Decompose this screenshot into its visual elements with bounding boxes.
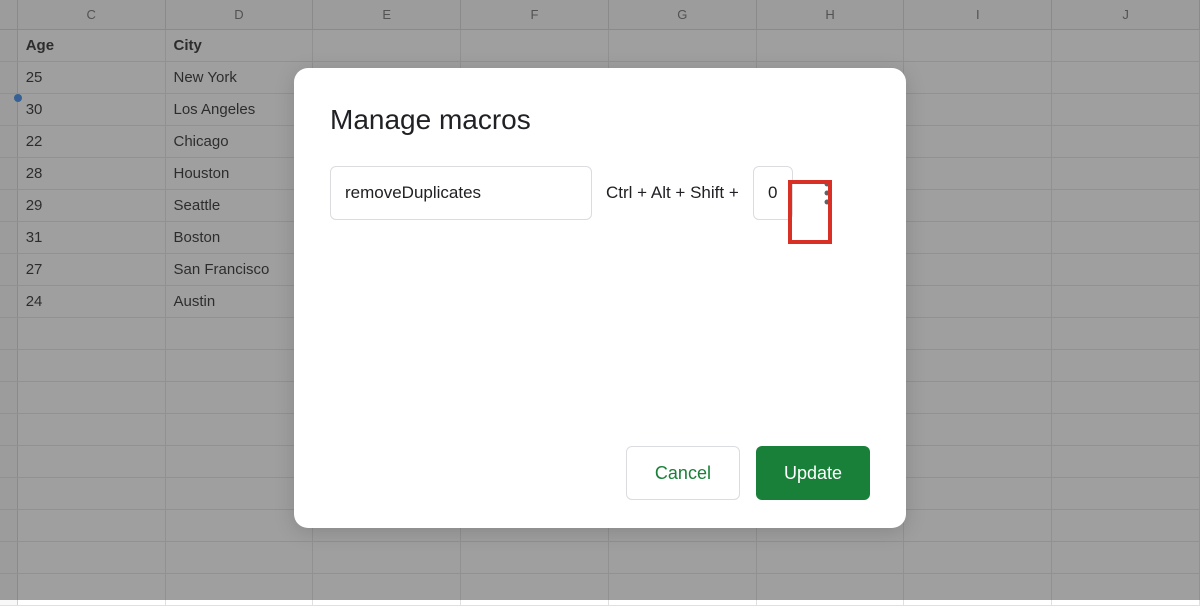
modal-overlay: Manage macros Ctrl + Alt + Shift + Cance…: [0, 0, 1200, 600]
manage-macros-dialog: Manage macros Ctrl + Alt + Shift + Cance…: [294, 68, 906, 528]
dialog-title: Manage macros: [330, 104, 870, 136]
more-options-button[interactable]: [807, 166, 847, 220]
update-button[interactable]: Update: [756, 446, 870, 500]
macro-name-input[interactable]: [330, 166, 592, 220]
macro-row: Ctrl + Alt + Shift +: [330, 166, 870, 220]
shortcut-prefix-label: Ctrl + Alt + Shift +: [606, 183, 739, 203]
more-vert-icon: [824, 180, 830, 206]
dialog-actions: Cancel Update: [330, 446, 870, 500]
cancel-button[interactable]: Cancel: [626, 446, 740, 500]
shortcut-key-input[interactable]: [753, 166, 793, 220]
